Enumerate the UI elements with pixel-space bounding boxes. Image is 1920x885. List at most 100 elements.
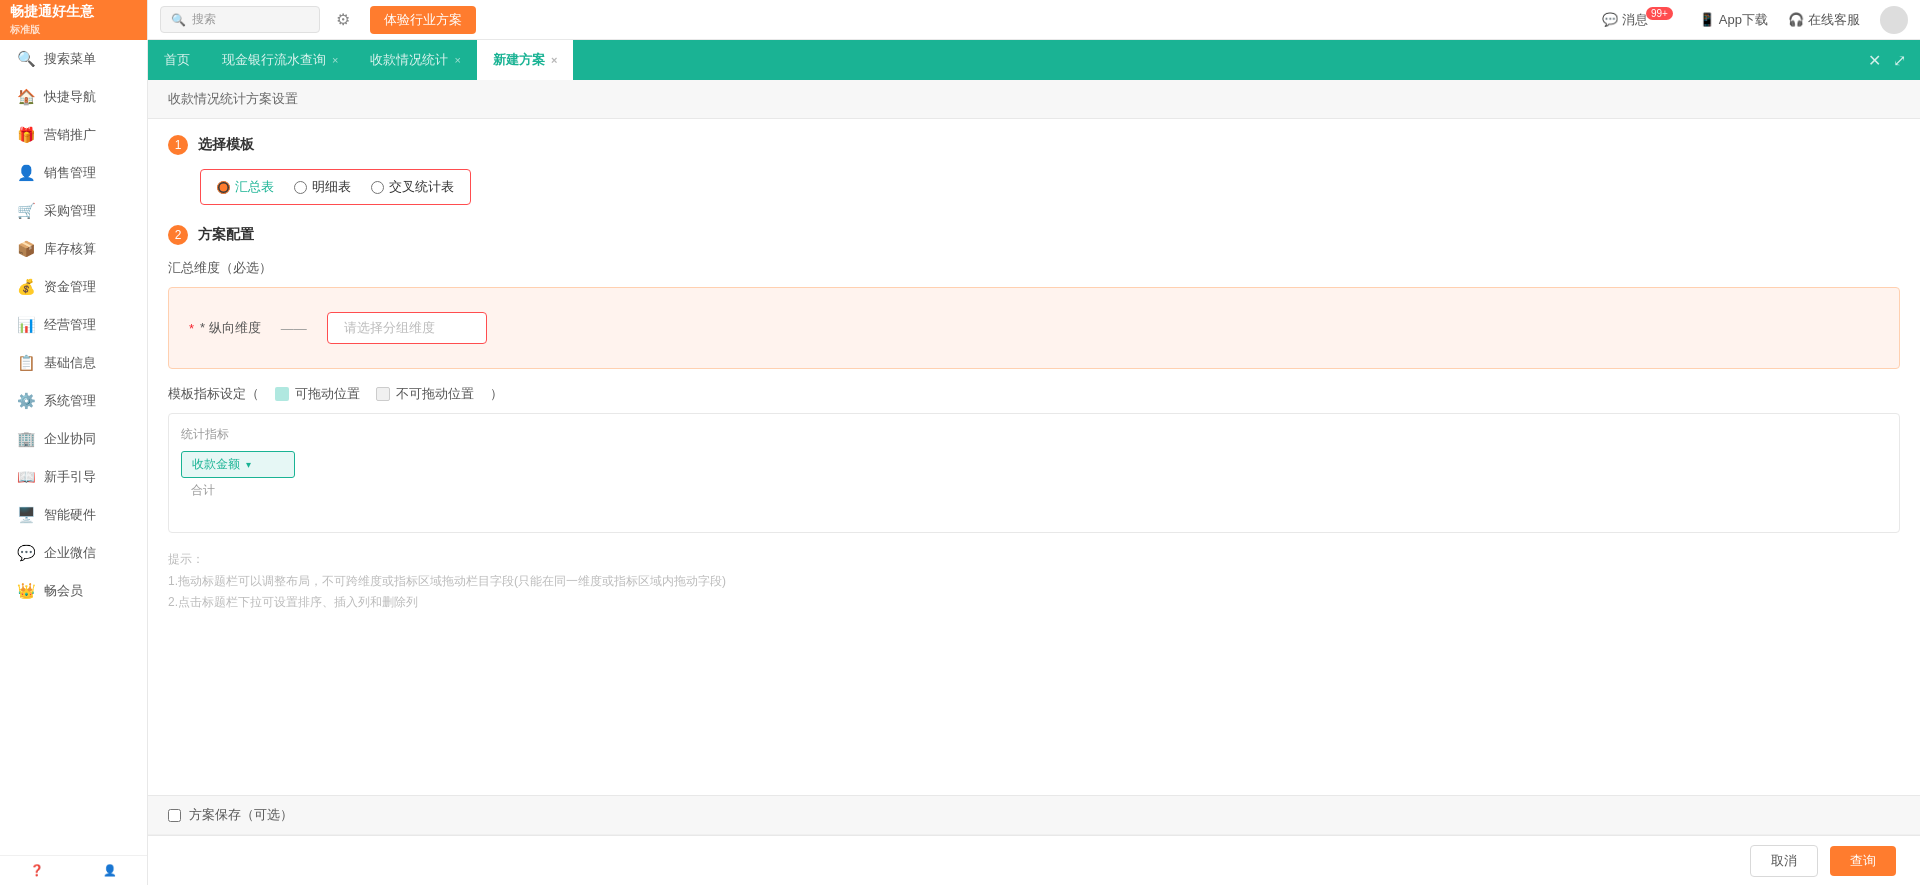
- notification-badge: 99+: [1646, 7, 1673, 20]
- trial-button[interactable]: 体验行业方案: [370, 6, 476, 34]
- radio-detail-input[interactable]: [294, 181, 307, 194]
- cancel-button[interactable]: 取消: [1750, 845, 1818, 877]
- step1-number: 1: [168, 135, 188, 155]
- sidebar-icon-vip: 👑: [16, 582, 36, 600]
- dimension-area: * * 纵向维度 —— 请选择分组维度: [168, 287, 1900, 369]
- nodrag-indicator: 不可拖动位置: [376, 385, 474, 403]
- sidebar-item-system[interactable]: ⚙️ 系统管理: [0, 382, 147, 420]
- sidebar-item-vip[interactable]: 👑 畅会员: [0, 572, 147, 610]
- topbar: 🔍 搜索 ⚙ 体验行业方案 💬 消息 99+ 📱 App下载 🎧 在线客服: [148, 0, 1920, 40]
- sidebar-label-operations: 经营管理: [44, 316, 96, 334]
- drag-indicator: 可拖动位置: [275, 385, 360, 403]
- sidebar-label-search-menu: 搜索菜单: [44, 50, 96, 68]
- footer-options: 方案保存（可选）: [148, 795, 1920, 834]
- metrics-area-title: 统计指标: [181, 426, 1887, 443]
- sidebar-item-marketing[interactable]: 🎁营销推广: [0, 116, 147, 154]
- sidebar-label-inventory: 库存核算: [44, 240, 96, 258]
- step2-section: 2 方案配置 汇总维度（必选） * * 纵向维度 —— 请选择分组维度 模板指标…: [148, 225, 1920, 636]
- radio-summary[interactable]: 汇总表: [217, 178, 274, 196]
- close-window-icon[interactable]: ✕: [1868, 51, 1881, 70]
- sidebar-item-search-menu[interactable]: 🔍 搜索菜单: [0, 40, 147, 78]
- metrics-header-end: ）: [490, 385, 503, 403]
- sidebar-item-inventory[interactable]: 📦库存核算: [0, 230, 147, 268]
- sidebar-label-quick-nav: 快捷导航: [44, 88, 96, 106]
- radio-summary-label: 汇总表: [235, 178, 274, 196]
- sidebar-bottom: ❓ 👤: [0, 855, 147, 885]
- step1-section: 1 选择模板 汇总表 明细表 交叉统计表: [148, 119, 1920, 225]
- metrics-header-text: 模板指标设定（: [168, 385, 259, 403]
- radio-cross-label: 交叉统计表: [389, 178, 454, 196]
- sidebar-item-basic-info[interactable]: 📋基础信息: [0, 344, 147, 382]
- sidebar-label-sales: 销售管理: [44, 164, 96, 182]
- step2-title: 方案配置: [198, 226, 254, 244]
- sidebar-icon-enterprise-wechat: 💬: [16, 544, 36, 562]
- bottom-bar: 取消 查询: [148, 835, 1920, 885]
- sidebar-icon-system: ⚙️: [16, 392, 36, 410]
- sidebar-item-operations[interactable]: 📊经营管理: [0, 306, 147, 344]
- tab-cash-flow[interactable]: 现金银行流水查询×: [206, 40, 354, 80]
- sidebar-icon-basic-info: 📋: [16, 354, 36, 372]
- arrow-icon: ——: [281, 321, 307, 336]
- search-icon: 🔍: [171, 13, 186, 27]
- metrics-header: 模板指标设定（ 可拖动位置 不可拖动位置 ）: [168, 385, 1900, 403]
- radio-cross-input[interactable]: [371, 181, 384, 194]
- sidebar-icon-search-menu: 🔍: [16, 50, 36, 68]
- sidebar-icon-enterprise-collab: 🏢: [16, 430, 36, 448]
- tab-label-collection-stats: 收款情况统计: [370, 51, 448, 69]
- sidebar-icon-quick-nav: 🏠: [16, 88, 36, 106]
- settings-icon[interactable]: ⚙: [336, 10, 350, 29]
- tab-close-collection-stats[interactable]: ×: [454, 54, 460, 66]
- radio-summary-input[interactable]: [217, 181, 230, 194]
- download-label: App下载: [1719, 11, 1768, 29]
- notification-item[interactable]: 💬 消息 99+: [1602, 11, 1679, 29]
- group-dimension-select[interactable]: 请选择分组维度: [327, 312, 487, 344]
- content-inner: 收款情况统计方案设置 1 选择模板 汇总表 明细表: [148, 80, 1920, 795]
- sidebar-icon-finance: 💰: [16, 278, 36, 296]
- sidebar-label-purchase: 采购管理: [44, 202, 96, 220]
- tab-label-home: 首页: [164, 51, 190, 69]
- dimension-section-label: 汇总维度（必选）: [168, 259, 1900, 277]
- drag-label: 可拖动位置: [295, 385, 360, 403]
- radio-detail[interactable]: 明细表: [294, 178, 351, 196]
- user-avatar[interactable]: [1880, 6, 1908, 34]
- tab-close-new-plan[interactable]: ×: [551, 54, 557, 66]
- service-item[interactable]: 🎧 在线客服: [1788, 11, 1860, 29]
- query-button[interactable]: 查询: [1830, 846, 1896, 876]
- tip-item: 2.点击标题栏下拉可设置排序、插入列和删除列: [168, 592, 1900, 614]
- tab-home[interactable]: 首页: [148, 40, 206, 80]
- sidebar-label-enterprise-wechat: 企业微信: [44, 544, 96, 562]
- sidebar-item-quick-nav[interactable]: 🏠 快捷导航: [0, 78, 147, 116]
- sidebar-help[interactable]: ❓: [30, 864, 44, 877]
- tip-item: 1.拖动标题栏可以调整布局，不可跨维度或指标区域拖动栏目字段(只能在同一维度或指…: [168, 571, 1900, 593]
- sidebar-label-vip: 畅会员: [44, 582, 83, 600]
- radio-cross[interactable]: 交叉统计表: [371, 178, 454, 196]
- row-dimension-label: * 纵向维度: [200, 319, 261, 337]
- content-area: 收款情况统计方案设置 1 选择模板 汇总表 明细表: [148, 80, 1920, 835]
- sidebar-label-system: 系统管理: [44, 392, 96, 410]
- maximize-window-icon[interactable]: ⤢: [1893, 51, 1906, 70]
- metrics-area: 统计指标 收款金额 ▾ 合计: [168, 413, 1900, 533]
- sidebar-label-marketing: 营销推广: [44, 126, 96, 144]
- window-controls: ✕ ⤢: [1854, 51, 1920, 70]
- tab-collection-stats[interactable]: 收款情况统计 ×: [354, 40, 476, 80]
- download-icon: 📱: [1699, 12, 1715, 27]
- save-plan-checkbox[interactable]: [168, 809, 181, 822]
- sidebar-item-enterprise-collab[interactable]: 🏢企业协同: [0, 420, 147, 458]
- sidebar-icon-purchase: 🛒: [16, 202, 36, 220]
- tab-new-plan[interactable]: 新建方案 ×: [477, 40, 573, 80]
- drag-dot: [275, 387, 289, 401]
- metric-tag-amount[interactable]: 收款金额 ▾: [181, 451, 295, 478]
- sidebar-item-finance[interactable]: 💰 资金管理: [0, 268, 147, 306]
- topbar-search[interactable]: 🔍 搜索: [160, 6, 320, 33]
- sidebar-item-purchase[interactable]: 🛒 采购管理: [0, 192, 147, 230]
- sidebar-item-sales[interactable]: 👤销售管理: [0, 154, 147, 192]
- sidebar-item-smart-hardware[interactable]: 🖥️智能硬件: [0, 496, 147, 534]
- sidebar-label-finance: 资金管理: [44, 278, 96, 296]
- tab-close-cash-flow[interactable]: ×: [332, 54, 338, 66]
- sidebar-item-enterprise-wechat[interactable]: 💬 企业微信: [0, 534, 147, 572]
- tab-label-new-plan: 新建方案: [493, 51, 545, 69]
- sidebar-user[interactable]: 👤: [103, 864, 117, 877]
- download-item[interactable]: 📱 App下载: [1699, 11, 1768, 29]
- sidebar-item-beginner-guide[interactable]: 📖新手引导: [0, 458, 147, 496]
- step1-title: 选择模板: [198, 136, 254, 154]
